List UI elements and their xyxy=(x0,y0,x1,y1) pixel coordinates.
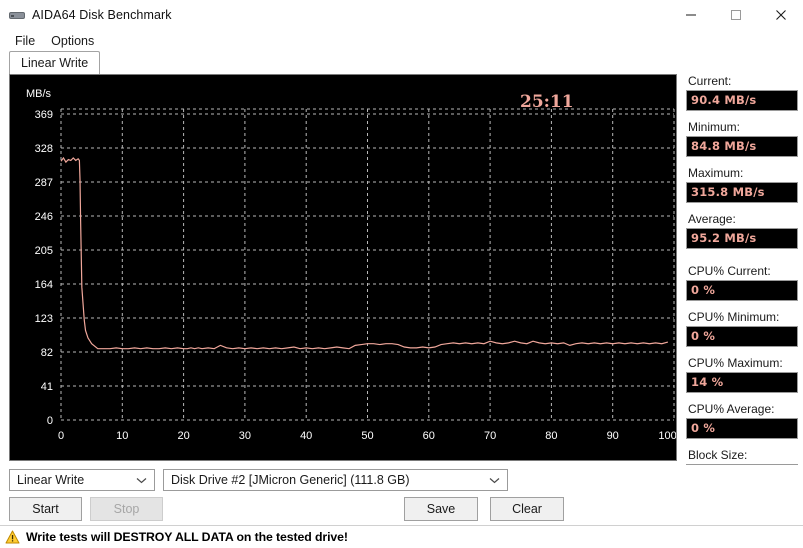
stat-value-current: 90.4 MB/s xyxy=(686,90,798,111)
svg-text:82: 82 xyxy=(41,347,53,359)
stop-button: Stop xyxy=(90,497,163,521)
stat-value-maximum: 315.8 MB/s xyxy=(686,182,798,203)
svg-text:MB/s: MB/s xyxy=(26,88,52,100)
statistics-panel: Current: 90.4 MB/s Minimum: 84.8 MB/s Ma… xyxy=(686,74,798,494)
stat-label-maximum: Maximum: xyxy=(688,166,744,180)
stat-label-block-size: Block Size: xyxy=(688,448,748,462)
save-button[interactable]: Save xyxy=(404,497,478,521)
svg-text:123: 123 xyxy=(35,313,53,325)
svg-text:100 %: 100 % xyxy=(658,430,676,442)
stat-value-average: 95.2 MB/s xyxy=(686,228,798,249)
warning-triangle-icon xyxy=(5,530,20,544)
benchmark-mode-value: Linear Write xyxy=(17,473,85,487)
stat-value-minimum: 84.8 MB/s xyxy=(686,136,798,157)
svg-text:60: 60 xyxy=(423,430,435,442)
svg-text:70: 70 xyxy=(484,430,496,442)
svg-text:90: 90 xyxy=(607,430,619,442)
svg-text:80: 80 xyxy=(545,430,557,442)
benchmark-mode-select[interactable]: Linear Write xyxy=(9,469,155,491)
stat-value-cpu-minimum: 0 % xyxy=(686,326,798,347)
disk-icon xyxy=(9,7,25,23)
minimize-icon xyxy=(685,14,696,16)
main-content: MB/s 0 41 82 123 164 205 246 287 328 369 0 10 20 30 40 5… xyxy=(0,74,803,485)
stat-label-cpu-current: CPU% Current: xyxy=(688,264,771,278)
svg-text:328: 328 xyxy=(35,143,53,155)
svg-text:369: 369 xyxy=(35,109,53,121)
window-buttons xyxy=(668,0,803,30)
svg-text:10: 10 xyxy=(116,430,128,442)
svg-text:164: 164 xyxy=(35,279,53,291)
chevron-down-icon xyxy=(489,470,500,490)
selector-row: Linear Write Disk Drive #2 [JMicron Gene… xyxy=(9,469,508,491)
stat-label-cpu-minimum: CPU% Minimum: xyxy=(688,310,780,324)
chevron-down-icon xyxy=(136,470,147,490)
disk-drive-value: Disk Drive #2 [JMicron Generic] (111.8 G… xyxy=(171,473,410,487)
svg-text:0: 0 xyxy=(58,430,64,442)
disk-drive-select[interactable]: Disk Drive #2 [JMicron Generic] (111.8 G… xyxy=(163,469,508,491)
stat-value-cpu-current: 0 % xyxy=(686,280,798,301)
svg-text:287: 287 xyxy=(35,177,53,189)
stat-label-minimum: Minimum: xyxy=(688,120,741,134)
close-icon xyxy=(775,10,786,20)
clear-button[interactable]: Clear xyxy=(490,497,564,521)
maximize-icon xyxy=(730,10,741,20)
svg-text:25:11: 25:11 xyxy=(520,92,574,112)
title-bar: AIDA64 Disk Benchmark xyxy=(0,0,803,30)
action-button-row: Start Stop Save Clear xyxy=(9,497,794,521)
stat-value-cpu-maximum: 14 % xyxy=(686,372,798,393)
warning-text: Write tests will DESTROY ALL DATA on the… xyxy=(26,530,348,544)
stat-label-cpu-maximum: CPU% Maximum: xyxy=(688,356,783,370)
tab-strip: Linear Write xyxy=(0,51,803,74)
svg-text:20: 20 xyxy=(177,430,189,442)
svg-text:40: 40 xyxy=(300,430,312,442)
menu-item-file[interactable]: File xyxy=(8,33,42,49)
stat-label-average: Average: xyxy=(688,212,736,226)
chart-plot-area: MB/s 0 41 82 123 164 205 246 287 328 369 0 10 20 30 40 5… xyxy=(10,75,676,460)
svg-text:41: 41 xyxy=(41,381,53,393)
svg-text:50: 50 xyxy=(361,430,373,442)
benchmark-chart: MB/s 0 41 82 123 164 205 246 287 328 369 0 10 20 30 40 5… xyxy=(9,74,677,461)
svg-text:0: 0 xyxy=(47,415,53,427)
bottom-controls: Linear Write Disk Drive #2 [JMicron Gene… xyxy=(0,465,803,548)
stat-label-current: Current: xyxy=(688,74,732,88)
svg-text:205: 205 xyxy=(35,245,53,257)
close-button[interactable] xyxy=(758,0,803,30)
window-title: AIDA64 Disk Benchmark xyxy=(32,8,172,22)
minimize-button[interactable] xyxy=(668,0,713,30)
stat-label-cpu-average: CPU% Average: xyxy=(688,402,775,416)
svg-text:246: 246 xyxy=(35,211,53,223)
warning-bar: Write tests will DESTROY ALL DATA on the… xyxy=(0,525,803,548)
stat-value-cpu-average: 0 % xyxy=(686,418,798,439)
tab-linear-write[interactable]: Linear Write xyxy=(9,51,101,74)
menu-item-options[interactable]: Options xyxy=(44,33,101,49)
maximize-button[interactable] xyxy=(713,0,758,30)
menu-bar: File Options xyxy=(0,30,803,51)
start-button[interactable]: Start xyxy=(9,497,82,521)
svg-text:30: 30 xyxy=(239,430,251,442)
